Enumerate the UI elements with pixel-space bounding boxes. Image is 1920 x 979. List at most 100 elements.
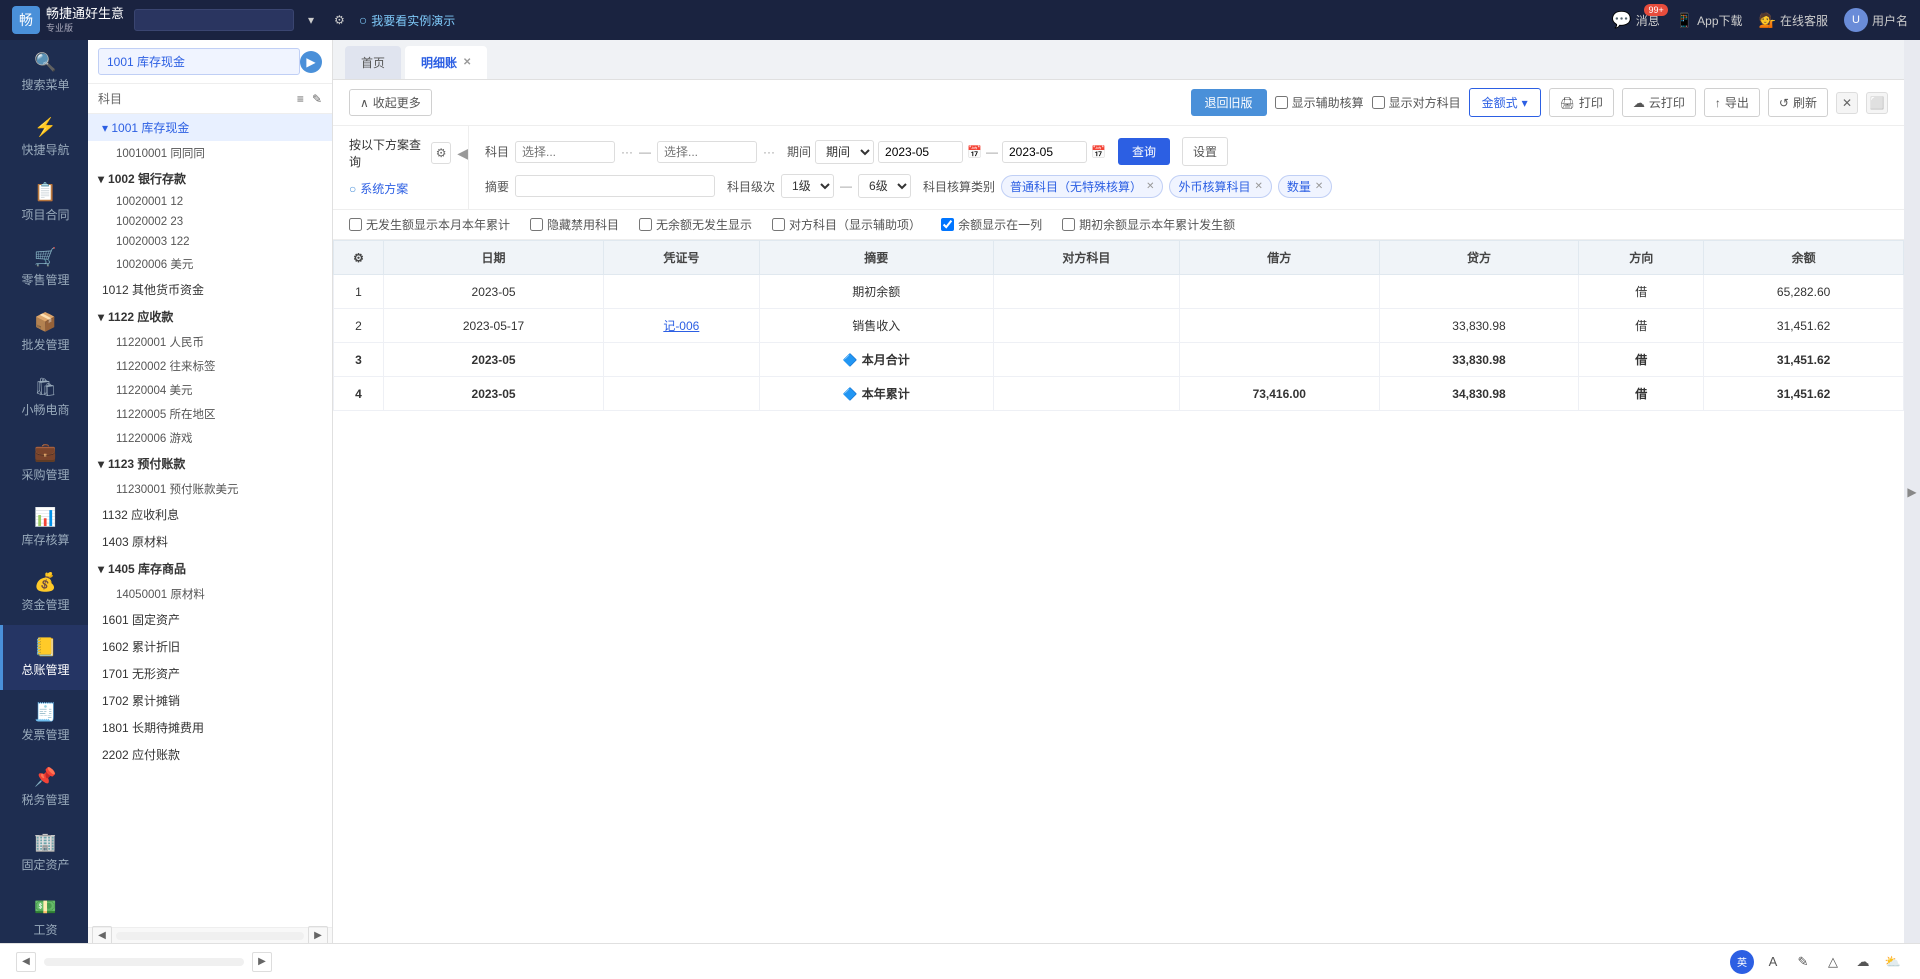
tree-item-1002[interactable]: ▾1002 银行存款 bbox=[88, 165, 332, 192]
tree-item-1601[interactable]: 1601 固定资产 bbox=[88, 606, 332, 633]
tree-item-2202[interactable]: 2202 应付账款 bbox=[88, 741, 332, 768]
opt-hide-disabled-checkbox[interactable] bbox=[530, 218, 543, 231]
filter-tag-quantity-remove[interactable]: ✕ bbox=[1315, 181, 1323, 192]
tree-scroll-right[interactable]: ▶ bbox=[308, 926, 328, 944]
demo-link[interactable]: ○ 我要看实例演示 bbox=[359, 12, 455, 29]
tab-detail[interactable]: 明细账 ✕ bbox=[405, 46, 487, 79]
summary-input[interactable] bbox=[515, 175, 715, 197]
tree-item-1123[interactable]: ▾1123 预付账款 bbox=[88, 450, 332, 477]
right-collapse-btn[interactable]: ▶ bbox=[1904, 40, 1920, 943]
period-calendar-icon[interactable]: 📅 bbox=[967, 145, 982, 159]
tree-item-11220001[interactable]: 11220001 人民币 bbox=[88, 330, 332, 354]
sidebar-item-purchase[interactable]: 💼 采购管理 bbox=[0, 430, 88, 495]
tree-item-1801[interactable]: 1801 长期待摊费用 bbox=[88, 714, 332, 741]
opt-contra-subject-checkbox[interactable] bbox=[772, 218, 785, 231]
filter-settings-icon[interactable]: ⚙ bbox=[431, 142, 451, 164]
bottom-icon-1[interactable]: A bbox=[1762, 951, 1784, 973]
tree-item-1001[interactable]: ▾ 1001 库存现金 bbox=[88, 114, 332, 141]
topbar-settings-btn[interactable]: ⚙ bbox=[328, 11, 351, 29]
user-menu[interactable]: U 用户名 bbox=[1844, 8, 1908, 32]
tree-item-11220006[interactable]: 11220006 游戏 bbox=[88, 426, 332, 450]
voucher-link[interactable]: 记-006 bbox=[663, 319, 699, 333]
tree-item-11230001[interactable]: 11230001 预付账款美元 bbox=[88, 477, 332, 501]
filter-collapse-btn[interactable]: ◀ bbox=[457, 145, 468, 162]
sidebar-item-invoice[interactable]: 🧾 发票管理 bbox=[0, 690, 88, 755]
topbar-dropdown-btn[interactable]: ▾ bbox=[302, 11, 320, 29]
tree-item-1403[interactable]: 1403 原材料 bbox=[88, 528, 332, 555]
opt-balance-one-col-checkbox[interactable] bbox=[941, 218, 954, 231]
sidebar-item-ecommerce[interactable]: 🛍 小畅电商 bbox=[0, 365, 88, 430]
tree-item-11220004[interactable]: 11220004 美元 bbox=[88, 378, 332, 402]
sidebar-item-wholesale[interactable]: 📦 批发管理 bbox=[0, 300, 88, 365]
show-contra-checkbox[interactable] bbox=[1372, 96, 1385, 109]
show-aux-checkbox[interactable] bbox=[1275, 96, 1288, 109]
tree-item-11220005[interactable]: 11220005 所在地区 bbox=[88, 402, 332, 426]
tree-item-1405[interactable]: ▾1405 库存商品 bbox=[88, 555, 332, 582]
panel-close-btn[interactable]: ✕ bbox=[1836, 92, 1858, 114]
sidebar-item-inventory[interactable]: 📊 库存核算 bbox=[0, 495, 88, 560]
opt-no-balance-checkbox[interactable] bbox=[639, 218, 652, 231]
period-start-input[interactable] bbox=[878, 141, 963, 163]
tree-item-1122[interactable]: ▾1122 应收款 bbox=[88, 303, 332, 330]
sidebar-item-project[interactable]: 📋 项目合同 bbox=[0, 170, 88, 235]
level-end-select[interactable]: 6级 bbox=[858, 174, 911, 198]
return-old-btn[interactable]: 退回旧版 bbox=[1191, 89, 1267, 116]
level-start-select[interactable]: 1级 bbox=[781, 174, 834, 198]
bottom-icon-5[interactable]: ⛅ bbox=[1882, 951, 1904, 973]
bottom-icon-4[interactable]: ☁ bbox=[1852, 951, 1874, 973]
subject-input-end[interactable] bbox=[657, 141, 757, 163]
export-btn[interactable]: ↑ 导出 bbox=[1704, 88, 1760, 117]
tree-item-10020002[interactable]: 10020002 23 bbox=[88, 212, 332, 232]
tree-item-1701[interactable]: 1701 无形资产 bbox=[88, 660, 332, 687]
opt-opening-ytd-checkbox[interactable] bbox=[1062, 218, 1075, 231]
filter-tag-foreign-remove[interactable]: ✕ bbox=[1254, 181, 1262, 192]
tab-detail-close[interactable]: ✕ bbox=[463, 57, 471, 68]
period-type-select[interactable]: 期间 bbox=[815, 140, 874, 164]
accounts-edit-btn[interactable]: ✎ bbox=[312, 92, 322, 106]
sidebar-item-search[interactable]: 🔍 搜索菜单 bbox=[0, 40, 88, 105]
tree-item-1602[interactable]: 1602 累计折旧 bbox=[88, 633, 332, 660]
accounts-expand-btn[interactable]: ≡ bbox=[297, 92, 304, 106]
tree-item-11220002[interactable]: 11220002 往来标签 bbox=[88, 354, 332, 378]
sidebar-item-retail[interactable]: 🛒 零售管理 bbox=[0, 235, 88, 300]
top-search-input[interactable] bbox=[134, 9, 294, 31]
sidebar-item-tax[interactable]: 📌 税务管理 bbox=[0, 755, 88, 820]
filter-tag-normal-remove[interactable]: ✕ bbox=[1146, 181, 1154, 192]
settings-btn[interactable]: 设置 bbox=[1182, 137, 1228, 166]
period-end-input[interactable] bbox=[1002, 141, 1087, 163]
tab-home[interactable]: 首页 bbox=[345, 46, 401, 79]
online-service-btn[interactable]: 💁 在线客服 bbox=[1759, 12, 1828, 29]
bottom-scroll-left[interactable]: ◀ bbox=[16, 952, 36, 972]
table-settings-col[interactable]: ⚙ bbox=[334, 241, 384, 275]
tree-item-10020006[interactable]: 10020006 美元 bbox=[88, 252, 332, 276]
print-btn[interactable]: 🖨 打印 bbox=[1549, 88, 1614, 117]
panel-maximize-btn[interactable]: ⬜ bbox=[1866, 92, 1888, 114]
selected-account[interactable]: 1001 库存现金 bbox=[98, 48, 300, 75]
tree-item-10020003[interactable]: 10020003 122 bbox=[88, 232, 332, 252]
sidebar-item-salary[interactable]: 💵 工资 bbox=[0, 885, 88, 943]
sidebar-item-capital[interactable]: 💰 资金管理 bbox=[0, 560, 88, 625]
query-btn[interactable]: 查询 bbox=[1118, 138, 1170, 165]
tree-item-1012[interactable]: 1012 其他货币资金 bbox=[88, 276, 332, 303]
bottom-icon-2[interactable]: ✎ bbox=[1792, 951, 1814, 973]
expand-more-btn[interactable]: ∧ 收起更多 bbox=[349, 89, 432, 116]
app-download-btn[interactable]: 📱 App下载 bbox=[1676, 12, 1743, 29]
cloud-print-btn[interactable]: ☁ 云打印 bbox=[1622, 88, 1696, 117]
notification-btn[interactable]: 💬 消息 99+ bbox=[1612, 10, 1660, 30]
tree-item-1702[interactable]: 1702 累计摊销 bbox=[88, 687, 332, 714]
bottom-icon-3[interactable]: △ bbox=[1822, 951, 1844, 973]
sidebar-item-ledger[interactable]: 📒 总账管理 bbox=[0, 625, 88, 690]
opt-no-amount-checkbox[interactable] bbox=[349, 218, 362, 231]
lang-switch-btn[interactable]: 英 bbox=[1730, 950, 1754, 974]
amount-format-btn[interactable]: 金额式 ▾ bbox=[1469, 88, 1541, 117]
tree-item-10010001[interactable]: 10010001 同同同 bbox=[88, 141, 332, 165]
refresh-btn[interactable]: ↺ 刷新 bbox=[1768, 88, 1828, 117]
sidebar-item-assets[interactable]: 🏢 固定资产 bbox=[0, 820, 88, 885]
system-scheme-btn[interactable]: ○ 系统方案 bbox=[349, 178, 468, 199]
subject-input[interactable] bbox=[515, 141, 615, 163]
tree-item-10020001[interactable]: 10020001 12 bbox=[88, 192, 332, 212]
tree-scroll-left[interactable]: ◀ bbox=[92, 926, 112, 944]
tree-item-14050001[interactable]: 14050001 原材料 bbox=[88, 582, 332, 606]
tree-item-1132[interactable]: 1132 应收利息 bbox=[88, 501, 332, 528]
period-calendar-icon2[interactable]: 📅 bbox=[1091, 145, 1106, 159]
